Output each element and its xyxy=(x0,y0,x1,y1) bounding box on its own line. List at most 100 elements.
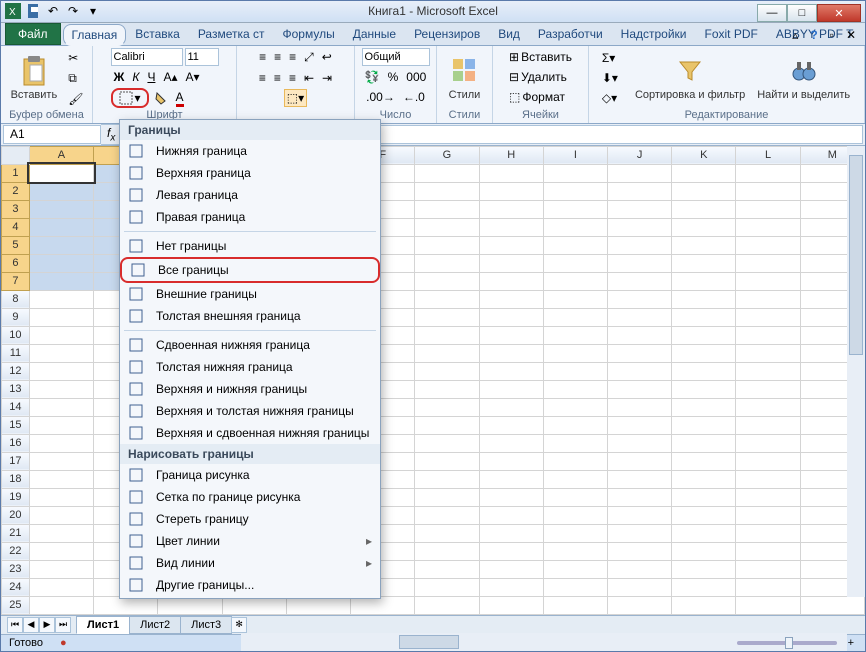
macro-record-icon[interactable]: ● xyxy=(60,637,67,649)
cell[interactable] xyxy=(543,488,607,506)
font-name-select[interactable] xyxy=(111,48,183,66)
sheet-nav-next[interactable]: ▶ xyxy=(39,617,55,633)
cell[interactable] xyxy=(479,380,543,398)
cell[interactable] xyxy=(415,596,479,614)
cell[interactable] xyxy=(479,578,543,596)
cell[interactable] xyxy=(607,290,671,308)
cell[interactable] xyxy=(736,200,800,218)
increase-decimal-icon[interactable]: .00→ xyxy=(363,88,398,106)
font-increase-icon[interactable]: A▴ xyxy=(160,68,180,86)
borders-menu-item[interactable]: Верхняя граница xyxy=(120,162,380,184)
cell[interactable] xyxy=(543,218,607,236)
cell[interactable] xyxy=(479,470,543,488)
cell[interactable] xyxy=(479,506,543,524)
row-header[interactable]: 24 xyxy=(2,578,30,596)
cell[interactable] xyxy=(607,362,671,380)
tab-insert[interactable]: Вставка xyxy=(126,23,189,45)
cell[interactable] xyxy=(29,452,93,470)
cell[interactable] xyxy=(736,488,800,506)
column-header[interactable]: H xyxy=(479,146,543,164)
tab-addins[interactable]: Надстройки xyxy=(612,23,696,45)
cell[interactable] xyxy=(736,290,800,308)
cell[interactable] xyxy=(672,434,736,452)
row-header[interactable]: 21 xyxy=(2,524,30,542)
row-header[interactable]: 11 xyxy=(2,344,30,362)
cell[interactable] xyxy=(672,398,736,416)
borders-menu-item[interactable]: Верхняя и нижняя границы xyxy=(120,378,380,400)
cell[interactable] xyxy=(672,290,736,308)
cell[interactable] xyxy=(29,416,93,434)
cell[interactable] xyxy=(607,578,671,596)
cell[interactable] xyxy=(29,380,93,398)
cell[interactable] xyxy=(736,560,800,578)
cell[interactable] xyxy=(607,506,671,524)
cell[interactable] xyxy=(543,470,607,488)
column-header[interactable]: J xyxy=(607,146,671,164)
row-header[interactable]: 15 xyxy=(2,416,30,434)
cell[interactable] xyxy=(415,200,479,218)
cell[interactable] xyxy=(607,524,671,542)
italic-button[interactable]: К xyxy=(129,68,142,86)
cell[interactable] xyxy=(479,560,543,578)
cell[interactable] xyxy=(672,218,736,236)
row-header[interactable]: 1 xyxy=(2,164,30,182)
row-header[interactable]: 13 xyxy=(2,380,30,398)
borders-menu-item[interactable]: Верхняя и толстая нижняя границы xyxy=(120,400,380,422)
cell[interactable] xyxy=(672,200,736,218)
tab-review[interactable]: Рецензиров xyxy=(405,23,489,45)
cell[interactable] xyxy=(607,398,671,416)
cell[interactable] xyxy=(158,596,222,614)
cell[interactable] xyxy=(415,164,479,182)
cell[interactable] xyxy=(415,236,479,254)
cell[interactable] xyxy=(415,470,479,488)
cell[interactable] xyxy=(543,344,607,362)
column-header[interactable]: I xyxy=(543,146,607,164)
cell[interactable] xyxy=(29,218,93,236)
copy-icon[interactable]: ⧉ xyxy=(65,69,86,88)
cell[interactable] xyxy=(543,182,607,200)
cell[interactable] xyxy=(479,524,543,542)
cell[interactable] xyxy=(736,596,800,614)
bold-button[interactable]: Ж xyxy=(111,68,128,86)
cell[interactable] xyxy=(607,164,671,182)
cell[interactable] xyxy=(415,362,479,380)
cell[interactable] xyxy=(29,524,93,542)
align-left-icon[interactable]: ≡ xyxy=(256,69,269,87)
cell[interactable] xyxy=(672,380,736,398)
delete-cells-button[interactable]: ⊟ Удалить xyxy=(506,68,570,86)
tab-file[interactable]: Файл xyxy=(5,23,61,45)
column-header[interactable]: K xyxy=(672,146,736,164)
row-header[interactable]: 6 xyxy=(2,254,30,272)
tab-developer[interactable]: Разработчи xyxy=(529,23,612,45)
underline-button[interactable]: Ч xyxy=(144,68,158,86)
cell[interactable] xyxy=(736,272,800,290)
cell[interactable] xyxy=(543,542,607,560)
cell[interactable] xyxy=(543,524,607,542)
styles-button[interactable]: Стили xyxy=(445,53,485,103)
cell[interactable] xyxy=(29,506,93,524)
sheet-nav-first[interactable]: ⏮ xyxy=(7,617,23,633)
align-right-icon[interactable]: ≡ xyxy=(286,69,299,87)
cell[interactable] xyxy=(736,236,800,254)
cell[interactable] xyxy=(607,308,671,326)
cell[interactable] xyxy=(607,254,671,272)
cell[interactable] xyxy=(543,452,607,470)
cell[interactable] xyxy=(415,506,479,524)
cell[interactable] xyxy=(479,344,543,362)
cell[interactable] xyxy=(607,200,671,218)
cell[interactable] xyxy=(607,272,671,290)
number-format-select[interactable] xyxy=(362,48,430,66)
orientation-icon[interactable]: ⤢ xyxy=(301,48,317,67)
font-decrease-icon[interactable]: A▾ xyxy=(182,68,202,86)
cell[interactable] xyxy=(543,326,607,344)
row-header[interactable]: 14 xyxy=(2,398,30,416)
cell[interactable] xyxy=(543,254,607,272)
sheet-nav-prev[interactable]: ◀ xyxy=(23,617,39,633)
cell[interactable] xyxy=(415,452,479,470)
vertical-scrollbar[interactable] xyxy=(847,146,865,597)
cell[interactable] xyxy=(479,452,543,470)
cell[interactable] xyxy=(736,452,800,470)
sheet-nav-last[interactable]: ⏭ xyxy=(55,617,71,633)
row-header[interactable]: 19 xyxy=(2,488,30,506)
cell[interactable] xyxy=(736,434,800,452)
